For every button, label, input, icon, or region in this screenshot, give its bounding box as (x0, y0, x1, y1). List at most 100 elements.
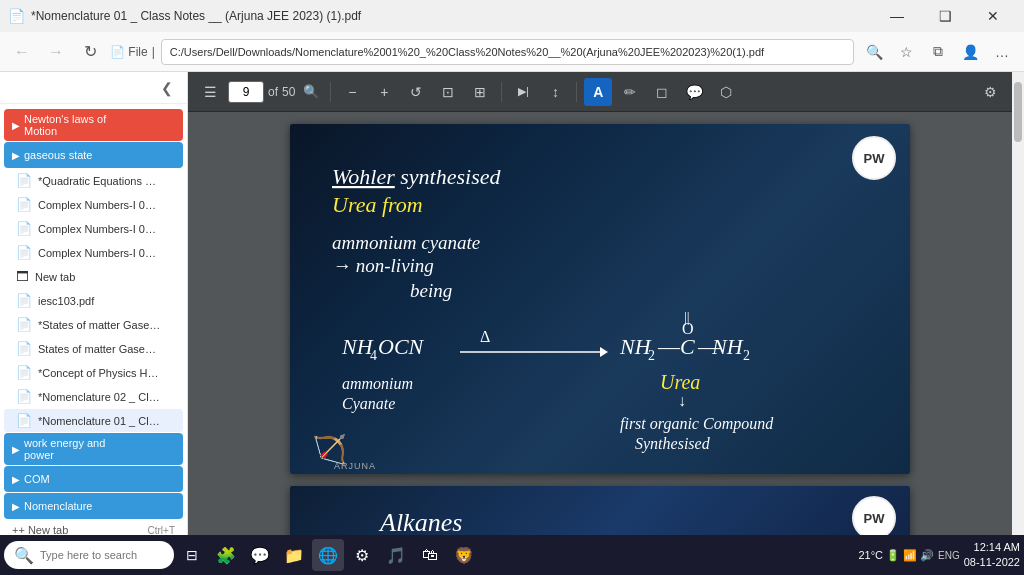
comment-button[interactable]: 💬 (680, 78, 708, 106)
sidebar-item-gaseous[interactable]: ▶ gaseous state + … (4, 142, 183, 168)
page-number-input[interactable] (228, 81, 264, 103)
sidebar-file-complex07[interactable]: 📄 Complex Numbers-I 07 _ Classn… ✕ (4, 241, 183, 264)
settings-taskbar-button[interactable]: ⚙ (346, 539, 378, 571)
chemistry-diagram-1: Wohler synthesised Urea from ammonium cy… (290, 124, 910, 474)
more-section-button[interactable]: … (157, 470, 175, 488)
sidebar-file-newtab[interactable]: 🗖 New tab ✕ (4, 265, 183, 288)
forward-button[interactable]: → (42, 38, 70, 66)
search-button[interactable]: 🔍 (299, 80, 323, 104)
title-bar-left: 📄 *Nomenclature 01 _ Class Notes __ (Arj… (8, 8, 361, 24)
more-icon-btn[interactable]: … (988, 38, 1016, 66)
sidebar-collapse-button[interactable]: ❮ (155, 76, 179, 100)
page-separator: of (268, 85, 278, 99)
refresh-button[interactable]: ↻ (76, 38, 104, 66)
system-tray: 21°C 🔋 📶 🔊 (858, 549, 934, 562)
selection-button[interactable]: ▶| (509, 78, 537, 106)
add-section-button[interactable]: + (137, 497, 155, 515)
add-section-button[interactable]: + (137, 440, 155, 458)
pdf-content[interactable]: PW Wohler synthesised Urea from ammonium… (188, 112, 1012, 535)
sidebar-file-complex06[interactable]: 📄 Complex Numbers-I 06 _ Classn… ✕ (4, 217, 183, 240)
erase-button[interactable]: ◻ (648, 78, 676, 106)
scrollbar[interactable] (1012, 72, 1024, 535)
add-section-button[interactable]: + (137, 470, 155, 488)
sidebar-file-nomenclature01[interactable]: 📄 *Nomenclature 01 _ Class Notes… ✕ (4, 409, 183, 432)
taskbar-search-input[interactable] (40, 549, 160, 561)
add-section-button[interactable]: + (137, 146, 155, 164)
url-bar[interactable] (161, 39, 854, 65)
sidebar-file-complex05[interactable]: 📄 Complex Numbers-I 05 _ Classn… ✕ (4, 193, 183, 216)
scroll-thumb[interactable] (1014, 82, 1022, 142)
music-button[interactable]: 🎵 (380, 539, 412, 571)
more-section-button[interactable]: … (157, 146, 175, 164)
zoom-in-button[interactable]: + (370, 78, 398, 106)
maximize-button[interactable]: ❑ (922, 0, 968, 32)
window-controls[interactable]: — ❑ ✕ (874, 0, 1016, 32)
main-layout: ❮ ▶ Newton's laws of Motion + … ▶ gaseou… (0, 72, 1024, 535)
sidebar-items: ▶ Newton's laws of Motion + … ▶ gaseous … (0, 104, 187, 535)
svg-text:C: C (680, 334, 695, 359)
zoom-out-button[interactable]: − (338, 78, 366, 106)
sidebar-file-concept[interactable]: 📄 *Concept of Physics HC Verma V… ✕ (4, 361, 183, 384)
pdf-icon: 📄 (16, 413, 32, 428)
sidebar-file-states2[interactable]: 📄 States of matter Gases and Liqu… ✕ (4, 337, 183, 360)
store-button[interactable]: 🛍 (414, 539, 446, 571)
favorites-icon-btn[interactable]: ☆ (892, 38, 920, 66)
collections-icon-btn[interactable]: ⧉ (924, 38, 952, 66)
new-tab-button[interactable]: + + New tab Ctrl+T (4, 520, 183, 535)
svg-text:2: 2 (648, 348, 655, 363)
taskbar-search[interactable]: 🔍 (4, 541, 174, 569)
file-explorer-button[interactable]: 📁 (278, 539, 310, 571)
divider (330, 82, 331, 102)
svg-text:Wohler
             synthesise: Wohler synthesised (332, 164, 501, 189)
expand-arrow-icon: ▶ (12, 501, 20, 512)
sidebar-item-nomenclature[interactable]: ▶ Nomenclature + … (4, 493, 183, 519)
back-button[interactable]: ← (8, 38, 36, 66)
expand-arrow-icon: ▶ (12, 474, 20, 485)
sidebar-file-iesc[interactable]: 📄 iesc103.pdf ✕ (4, 289, 183, 312)
more-section-button[interactable]: … (157, 497, 175, 515)
divider (576, 82, 577, 102)
app-icon: 📄 (8, 8, 25, 24)
sidebar-file-quadratic[interactable]: 📄 *Quadratic Equations 10 _ Class… ✕ (4, 169, 183, 192)
sidebar-item-com[interactable]: ▶ COM + … (4, 466, 183, 492)
svg-text:Urea from: Urea from (332, 192, 423, 217)
fit-page-button[interactable]: ⊡ (434, 78, 462, 106)
minimize-button[interactable]: — (874, 0, 920, 32)
sidebar-header: ❮ (0, 72, 187, 104)
task-view-button[interactable]: ⊟ (176, 539, 208, 571)
two-page-button[interactable]: ⊞ (466, 78, 494, 106)
stamp-button[interactable]: ⬡ (712, 78, 740, 106)
svg-text:—: — (657, 334, 681, 359)
draw-button[interactable]: ✏ (616, 78, 644, 106)
highlight-button[interactable]: A (584, 78, 612, 106)
add-section-button[interactable]: + (137, 116, 155, 134)
pdf-icon: 📄 (16, 365, 32, 380)
settings-button[interactable]: ⚙ (976, 78, 1004, 106)
scroll-mode-button[interactable]: ↕ (541, 78, 569, 106)
sidebar-file-states1[interactable]: 📄 *States of matter Gases and Liqu… ✕ (4, 313, 183, 336)
clock: 12:14 AM 08-11-2022 (964, 540, 1020, 571)
window-title: *Nomenclature 01 _ Class Notes __ (Arjun… (31, 9, 361, 23)
chat-button[interactable]: 💬 (244, 539, 276, 571)
pdf-icon: 📄 (16, 317, 32, 332)
brave-button[interactable]: 🦁 (448, 539, 480, 571)
search-icon-btn[interactable]: 🔍 (860, 38, 888, 66)
widgets-button[interactable]: 🧩 (210, 539, 242, 571)
svg-text:Cyanate: Cyanate (342, 395, 395, 413)
browser-button[interactable]: 🌐 (312, 539, 344, 571)
sidebar-item-newton[interactable]: ▶ Newton's laws of Motion + … (4, 109, 183, 141)
separator: | (152, 45, 155, 59)
svg-text:||: || (684, 310, 690, 325)
more-section-button[interactable]: … (157, 440, 175, 458)
rotate-button[interactable]: ↺ (402, 78, 430, 106)
sidebar-file-nomenclature02[interactable]: 📄 *Nomenclature 02 _ Class Notes… ✕ (4, 385, 183, 408)
pdf-viewer: ☰ of 50 🔍 − + ↺ ⊡ ⊞ ▶| ↕ A ✏ ◻ 💬 ⬡ ⚙ (188, 72, 1012, 535)
sidebar-item-work[interactable]: ▶ work energy and power + … (4, 433, 183, 465)
file-name: *Nomenclature 01 _ Class Notes… (38, 415, 161, 427)
svg-text:ammonium: ammonium (342, 375, 413, 392)
taskbar-right: 21°C 🔋 📶 🔊 ENG 12:14 AM 08-11-2022 (858, 540, 1020, 571)
profile-icon-btn[interactable]: 👤 (956, 38, 984, 66)
sidebar-toggle-button[interactable]: ☰ (196, 78, 224, 106)
more-section-button[interactable]: … (157, 116, 175, 134)
close-button[interactable]: ✕ (970, 0, 1016, 32)
